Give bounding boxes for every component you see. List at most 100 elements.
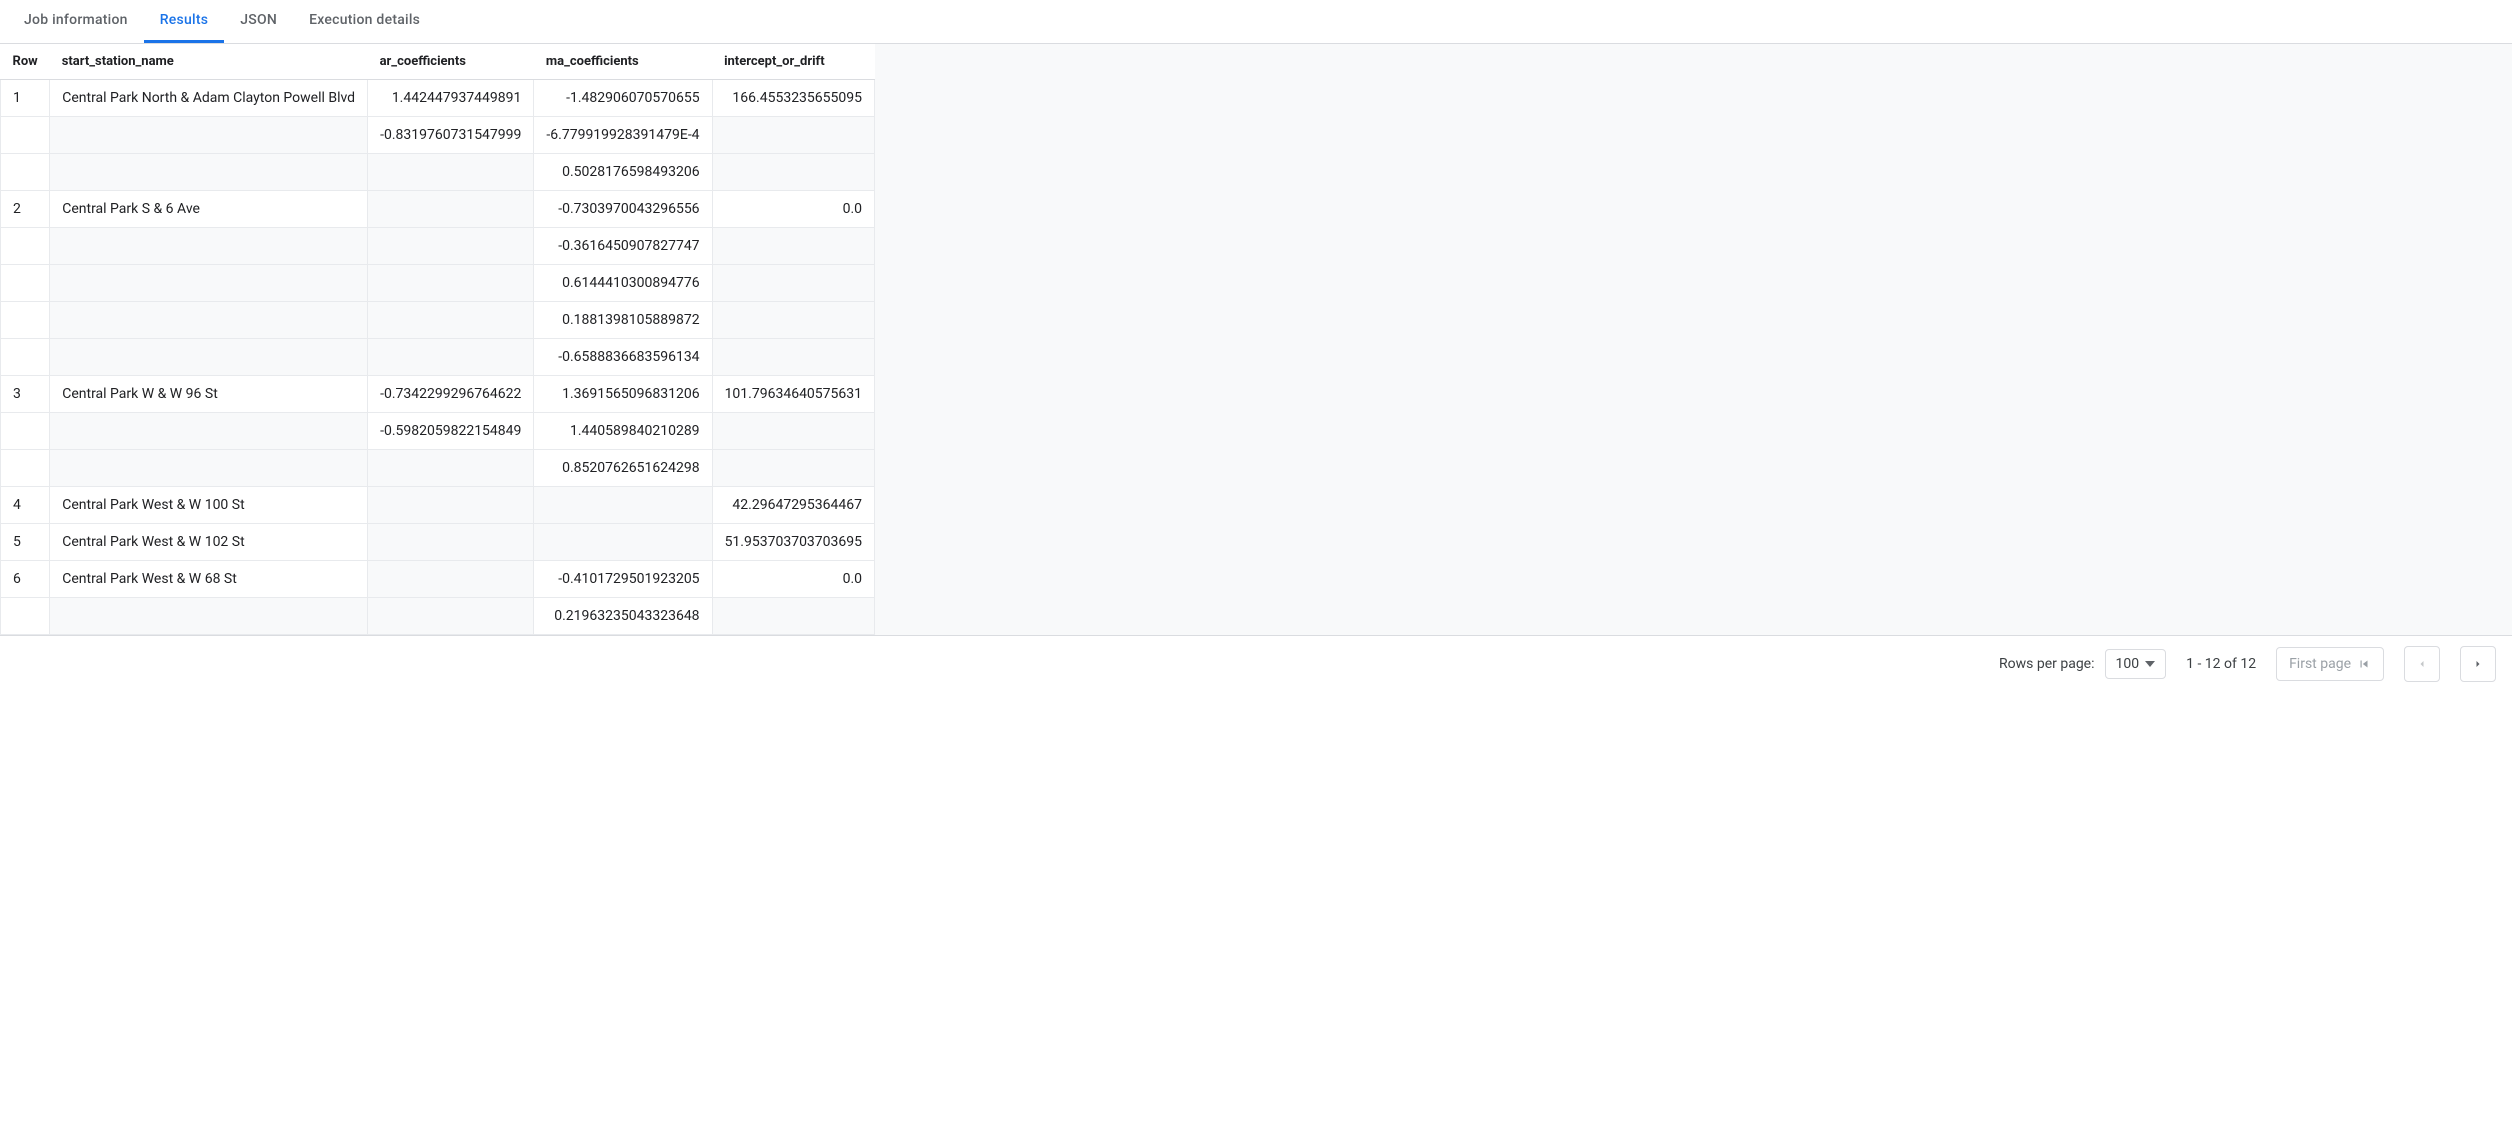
column-header: ma_coefficients	[534, 44, 712, 80]
table-row: 6Central Park West & W 68 St-0.410172950…	[1, 561, 875, 598]
cell-intercept	[712, 265, 874, 302]
tab-results[interactable]: Results	[144, 0, 225, 43]
cell-station-name: Central Park North & Adam Clayton Powell…	[50, 80, 368, 117]
tab-json[interactable]: JSON	[224, 0, 293, 43]
chevron-right-icon	[2472, 658, 2484, 670]
cell-ar	[368, 487, 534, 524]
table-row: 0.5028176598493206	[1, 154, 875, 191]
table-row: 0.6144410300894776	[1, 265, 875, 302]
cell-row	[1, 339, 50, 376]
cell-ma: 0.8520762651624298	[534, 450, 712, 487]
table-row: -0.8319760731547999-6.779919928391479E-4	[1, 117, 875, 154]
cell-station-name	[50, 598, 368, 635]
column-header: intercept_or_drift	[712, 44, 874, 80]
cell-row: 1	[1, 80, 50, 117]
cell-station-name	[50, 302, 368, 339]
rows-per-page-select[interactable]: 100	[2105, 649, 2167, 679]
rows-per-page: Rows per page: 100	[1999, 649, 2166, 679]
table-row: -0.6588836683596134	[1, 339, 875, 376]
rows-per-page-label: Rows per page:	[1999, 656, 2094, 672]
cell-ar: -0.7342299296764622	[368, 376, 534, 413]
cell-row	[1, 154, 50, 191]
cell-row: 5	[1, 524, 50, 561]
cell-station-name	[50, 339, 368, 376]
cell-intercept: 0.0	[712, 561, 874, 598]
cell-ma: -6.779919928391479E-4	[534, 117, 712, 154]
cell-intercept: 0.0	[712, 191, 874, 228]
first-page-label: First page	[2289, 656, 2351, 672]
cell-intercept	[712, 450, 874, 487]
cell-ma: -0.3616450907827747	[534, 228, 712, 265]
tab-execution-details[interactable]: Execution details	[293, 0, 436, 43]
cell-intercept	[712, 228, 874, 265]
cell-intercept	[712, 117, 874, 154]
table-row: 1Central Park North & Adam Clayton Powel…	[1, 80, 875, 117]
cell-ma: 1.3691565096831206	[534, 376, 712, 413]
cell-ma: 0.5028176598493206	[534, 154, 712, 191]
cell-row: 3	[1, 376, 50, 413]
chevron-left-icon	[2416, 658, 2428, 670]
cell-ar	[368, 339, 534, 376]
cell-ma: 1.440589840210289	[534, 413, 712, 450]
cell-intercept: 101.79634640575631	[712, 376, 874, 413]
cell-ma: -0.7303970043296556	[534, 191, 712, 228]
cell-ar	[368, 228, 534, 265]
table-row: -0.59820598221548491.440589840210289	[1, 413, 875, 450]
cell-station-name	[50, 117, 368, 154]
cell-row: 2	[1, 191, 50, 228]
cell-station-name	[50, 228, 368, 265]
cell-ar: 1.442447937449891	[368, 80, 534, 117]
cell-ar	[368, 561, 534, 598]
cell-station-name: Central Park W & W 96 St	[50, 376, 368, 413]
cell-ma	[534, 524, 712, 561]
column-header: ar_coefficients	[368, 44, 534, 80]
cell-ar	[368, 302, 534, 339]
next-page-button[interactable]	[2460, 646, 2496, 682]
cell-ar	[368, 265, 534, 302]
cell-ar: -0.8319760731547999	[368, 117, 534, 154]
prev-page-button	[2404, 646, 2440, 682]
table-row: 4Central Park West & W 100 St42.29647295…	[1, 487, 875, 524]
cell-row	[1, 413, 50, 450]
cell-station-name: Central Park S & 6 Ave	[50, 191, 368, 228]
table-row: 0.21963235043323648	[1, 598, 875, 635]
pagination: Rows per page: 100 1 - 12 of 12 First pa…	[0, 635, 2512, 692]
table-row: 2Central Park S & 6 Ave -0.73039700432965…	[1, 191, 875, 228]
cell-station-name	[50, 450, 368, 487]
first-page-button: First page	[2276, 647, 2384, 681]
column-header: Row	[1, 44, 50, 80]
cell-ma: -0.4101729501923205	[534, 561, 712, 598]
table-row: 0.8520762651624298	[1, 450, 875, 487]
cell-intercept	[712, 413, 874, 450]
cell-ma: 0.1881398105889872	[534, 302, 712, 339]
cell-ma: -0.6588836683596134	[534, 339, 712, 376]
cell-ar: -0.5982059822154849	[368, 413, 534, 450]
rows-per-page-value: 100	[2116, 656, 2140, 672]
cell-intercept: 51.953703703703695	[712, 524, 874, 561]
cell-ma	[534, 487, 712, 524]
table-row: 3Central Park W & W 96 St-0.734229929676…	[1, 376, 875, 413]
cell-station-name	[50, 265, 368, 302]
cell-station-name	[50, 413, 368, 450]
cell-row	[1, 598, 50, 635]
column-header: start_station_name	[50, 44, 368, 80]
cell-station-name: Central Park West & W 100 St	[50, 487, 368, 524]
cell-ar	[368, 450, 534, 487]
cell-row	[1, 302, 50, 339]
cell-station-name: Central Park West & W 68 St	[50, 561, 368, 598]
table-row: 5Central Park West & W 102 St 51.95370370…	[1, 524, 875, 561]
cell-ma: -1.482906070570655	[534, 80, 712, 117]
tab-job-information[interactable]: Job information	[8, 0, 144, 43]
first-page-icon	[2357, 657, 2371, 671]
table-row: -0.3616450907827747	[1, 228, 875, 265]
cell-ar	[368, 598, 534, 635]
cell-ma: 0.21963235043323648	[534, 598, 712, 635]
cell-station-name: Central Park West & W 102 St	[50, 524, 368, 561]
cell-row: 4	[1, 487, 50, 524]
cell-intercept	[712, 154, 874, 191]
pagination-range: 1 - 12 of 12	[2186, 656, 2256, 672]
cell-intercept	[712, 598, 874, 635]
cell-intercept: 166.4553235655095	[712, 80, 874, 117]
cell-station-name	[50, 154, 368, 191]
results-table: Rowstart_station_namear_coefficientsma_c…	[0, 44, 875, 635]
